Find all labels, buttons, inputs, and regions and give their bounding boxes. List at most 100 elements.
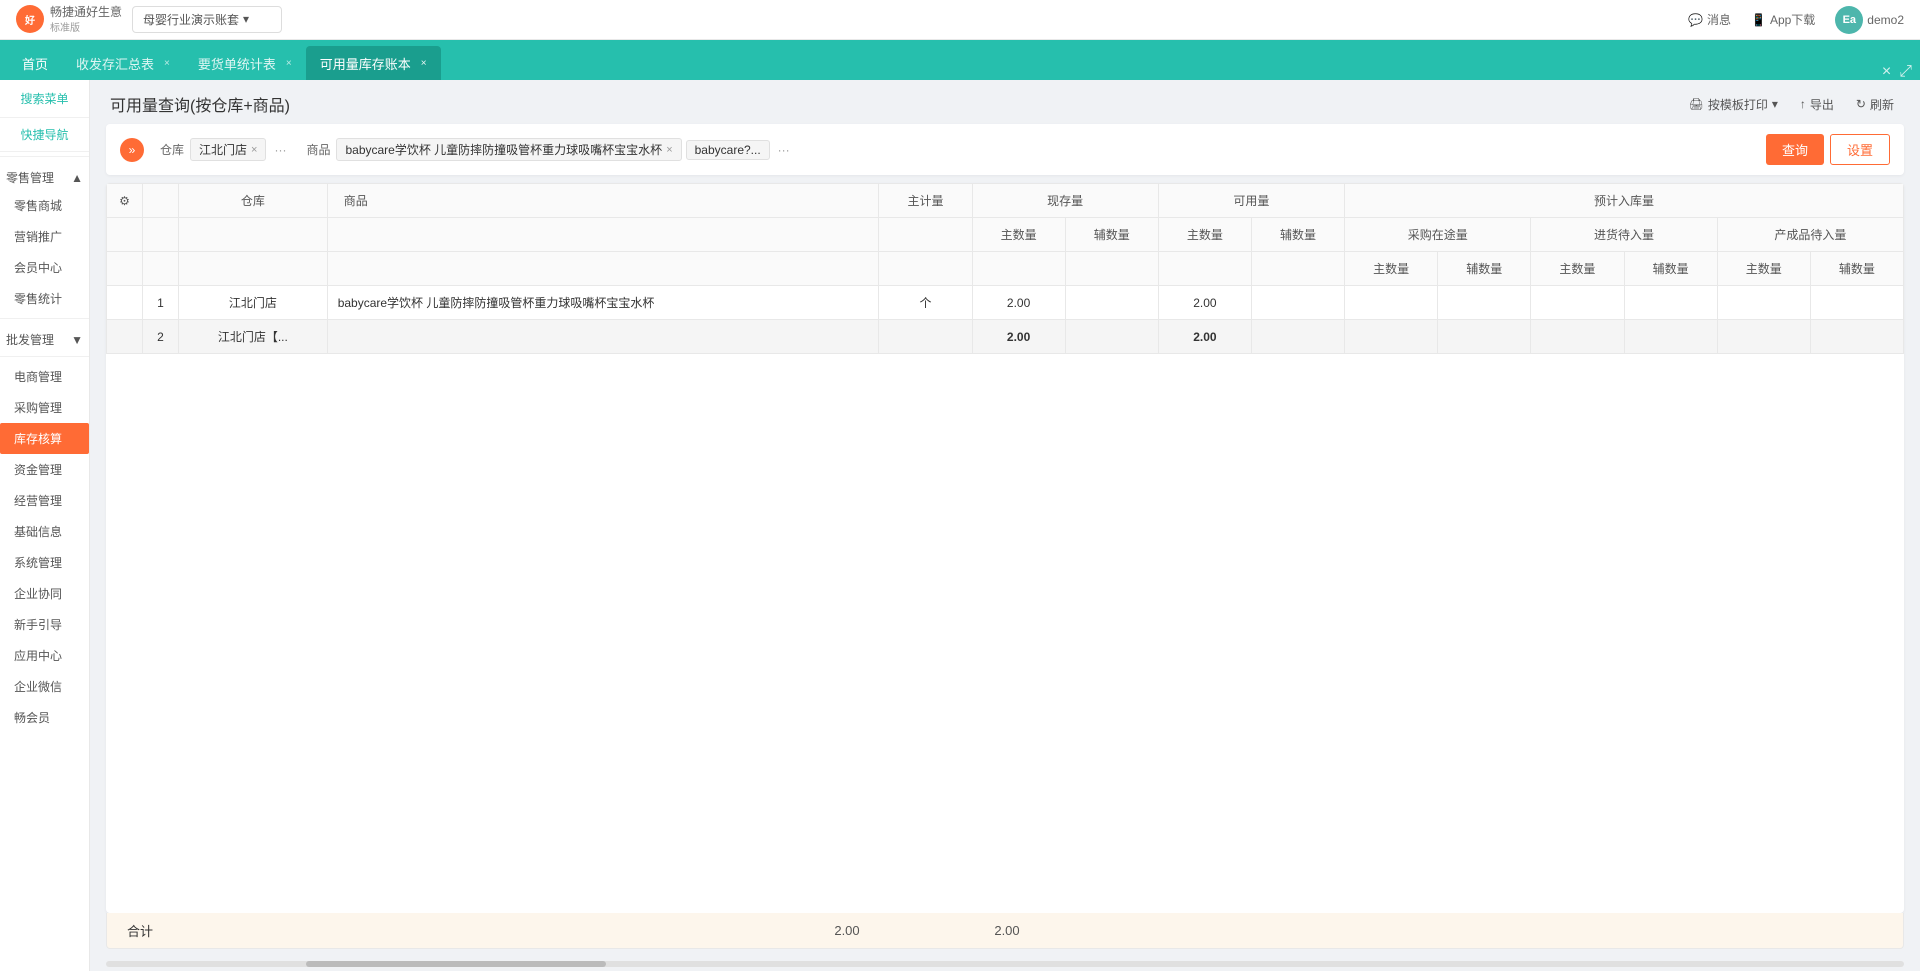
summary-available-main: 2.00 xyxy=(967,923,1047,938)
logo-sub: 标准版 xyxy=(50,19,122,34)
tab-income[interactable]: 收发存汇总表 × xyxy=(62,46,184,80)
td-warehouse-1: 江北门店 xyxy=(179,286,328,320)
th-stock-aux: 辅数量 xyxy=(1065,218,1158,252)
td-index-1: 1 xyxy=(143,286,179,320)
print-button[interactable]: 🖨 按模板打印 ▾ xyxy=(1683,93,1784,116)
tab-income-close[interactable]: × xyxy=(164,58,170,69)
warehouse-filter-tags: 江北门店 × ··· xyxy=(190,138,290,161)
th-settings[interactable]: ⚙ xyxy=(107,184,143,218)
close-window-icon[interactable]: × xyxy=(1882,64,1891,80)
industry-selector[interactable]: 母婴行业演示账套 ▾ xyxy=(132,6,282,33)
tab-inventory-close[interactable]: × xyxy=(421,58,427,69)
export-button[interactable]: ↑ 导出 xyxy=(1794,93,1840,116)
tab-home[interactable]: 首页 xyxy=(8,46,62,80)
expand-window-icon[interactable]: ⤢ xyxy=(1899,64,1912,80)
th-u3 xyxy=(879,252,972,286)
product-filter-group: 商品 babycare学饮杯 儿童防摔防撞吸管杯重力球吸嘴杯宝宝水杯 × bab… xyxy=(306,138,793,161)
product-tag-2-text: babycare?... xyxy=(695,143,761,157)
table-row: 1 江北门店 babycare学饮杯 儿童防摔防撞吸管杯重力球吸嘴杯宝宝水杯 个… xyxy=(107,286,1904,320)
sidebar-item-inventory[interactable]: 库存核算 xyxy=(0,423,89,454)
th-available-main: 主数量 xyxy=(1158,218,1251,252)
td-prod-1 xyxy=(1717,286,1810,320)
th-unit-2 xyxy=(879,218,972,252)
sidebar-item-ecommerce[interactable]: 电商管理 xyxy=(0,361,89,392)
td-stock-aux-2 xyxy=(1065,320,1158,354)
td-product-2 xyxy=(327,320,879,354)
td-unit-2 xyxy=(879,320,972,354)
main-layout: 搜索菜单 快捷导航 零售管理 ▲ 零售商城 营销推广 会员中心 零售统计 批发管… xyxy=(0,80,1920,971)
print-icon: 🖨 xyxy=(1689,97,1704,111)
user-area[interactable]: Ea demo2 xyxy=(1835,6,1904,34)
th-warehouse: 仓库 xyxy=(179,184,328,218)
td-stock-main-2: 2.00 xyxy=(972,320,1065,354)
download-icon: 📱 xyxy=(1751,13,1766,27)
tab-inventory[interactable]: 可用量库存账本 × xyxy=(306,46,441,80)
industry-label: 母婴行业演示账套 xyxy=(143,11,239,28)
sidebar-section-zero-sales[interactable]: 零售管理 ▲ xyxy=(0,161,89,190)
logo-icon: 好 xyxy=(16,5,44,33)
table-footer: 合计 2.00 2.00 xyxy=(106,913,1904,949)
message-button[interactable]: 💬 消息 xyxy=(1688,11,1731,28)
th-available-group: 可用量 xyxy=(1158,184,1344,218)
sidebar-nav[interactable]: 快捷导航 xyxy=(0,118,89,152)
warehouse-tag-close[interactable]: × xyxy=(251,144,257,156)
sidebar-item-member-center[interactable]: 会员中心 xyxy=(0,252,89,283)
th-incoming-group: 进货待入量 xyxy=(1531,218,1717,252)
filter-toggle-button[interactable]: » xyxy=(120,138,144,162)
tab-order[interactable]: 要货单统计表 × xyxy=(184,46,306,80)
sidebar: 搜索菜单 快捷导航 零售管理 ▲ 零售商城 营销推广 会员中心 零售统计 批发管… xyxy=(0,80,90,971)
td-available-aux-2 xyxy=(1251,320,1344,354)
td-stock-aux-1 xyxy=(1065,286,1158,320)
warehouse-tag-text: 江北门店 xyxy=(199,141,247,158)
warehouse-tag[interactable]: 江北门店 × xyxy=(190,138,266,161)
filter-actions: 查询 设置 xyxy=(1766,134,1890,165)
tab-order-close[interactable]: × xyxy=(286,58,292,69)
th-unit: 主计量 xyxy=(879,184,972,218)
app-download-button[interactable]: 📱 App下载 xyxy=(1751,11,1815,28)
sidebar-section-batch[interactable]: 批发管理 ▼ xyxy=(0,323,89,352)
sidebar-item-finance[interactable]: 资金管理 xyxy=(0,454,89,485)
sidebar-item-vip[interactable]: 畅会员 xyxy=(0,702,89,733)
avatar: Ea xyxy=(1835,6,1863,34)
warehouse-filter-group: 仓库 江北门店 × ··· xyxy=(160,138,290,161)
chevron-down-print-icon: ▾ xyxy=(1772,97,1778,111)
top-bar-left: 好 畅捷通好生意 标准版 母婴行业演示账套 ▾ xyxy=(16,5,282,34)
query-button[interactable]: 查询 xyxy=(1766,134,1824,165)
top-bar: 好 畅捷通好生意 标准版 母婴行业演示账套 ▾ 💬 消息 📱 App下载 Ea … xyxy=(0,0,1920,40)
product-tag-1-close[interactable]: × xyxy=(666,144,672,156)
sidebar-item-zero-stats[interactable]: 零售统计 xyxy=(0,283,89,314)
product-tag-2[interactable]: babycare?... xyxy=(686,140,770,160)
sidebar-item-app-center[interactable]: 应用中心 xyxy=(0,640,89,671)
sidebar-item-purchase[interactable]: 采购管理 xyxy=(0,392,89,423)
td-pm-1 xyxy=(1345,286,1438,320)
product-more-icon[interactable]: ··· xyxy=(774,143,794,157)
sidebar-item-zero-mall[interactable]: 零售商城 xyxy=(0,190,89,221)
logo: 好 畅捷通好生意 标准版 xyxy=(16,5,122,34)
td-available-aux-1 xyxy=(1251,286,1344,320)
sidebar-item-marketing[interactable]: 营销推广 xyxy=(0,221,89,252)
refresh-button[interactable]: ↻ 刷新 xyxy=(1850,93,1900,116)
th-i3 xyxy=(143,252,179,286)
sidebar-item-basics[interactable]: 基础信息 xyxy=(0,516,89,547)
product-filter-label: 商品 xyxy=(306,141,330,158)
td-settings-1 xyxy=(107,286,143,320)
divider-3 xyxy=(0,356,89,357)
sidebar-item-system[interactable]: 系统管理 xyxy=(0,547,89,578)
td-stock-main-1: 2.00 xyxy=(972,286,1065,320)
sidebar-item-operations[interactable]: 经营管理 xyxy=(0,485,89,516)
sidebar-item-enterprise[interactable]: 企业协同 xyxy=(0,578,89,609)
product-tag-1[interactable]: babycare学饮杯 儿童防摔防撞吸管杯重力球吸嘴杯宝宝水杯 × xyxy=(336,138,681,161)
filter-bar: » 仓库 江北门店 × ··· 商品 babycare学饮杯 儿童防摔防撞吸管杯… xyxy=(106,124,1904,175)
setting-button[interactable]: 设置 xyxy=(1830,134,1890,165)
warehouse-more-icon[interactable]: ··· xyxy=(270,143,290,157)
td-pa-1 xyxy=(1438,286,1531,320)
horizontal-scrollbar[interactable] xyxy=(106,961,1904,967)
scroll-thumb[interactable] xyxy=(306,961,606,967)
sidebar-item-newbie[interactable]: 新手引导 xyxy=(0,609,89,640)
sidebar-search[interactable]: 搜索菜单 xyxy=(0,80,89,118)
th-stock-group: 现存量 xyxy=(972,184,1158,218)
th-s3 xyxy=(107,252,143,286)
sidebar-item-enterprise-wechat[interactable]: 企业微信 xyxy=(0,671,89,702)
product-filter-tags: babycare学饮杯 儿童防摔防撞吸管杯重力球吸嘴杯宝宝水杯 × babyca… xyxy=(336,138,793,161)
th-prod3: 主数量 xyxy=(1717,252,1810,286)
